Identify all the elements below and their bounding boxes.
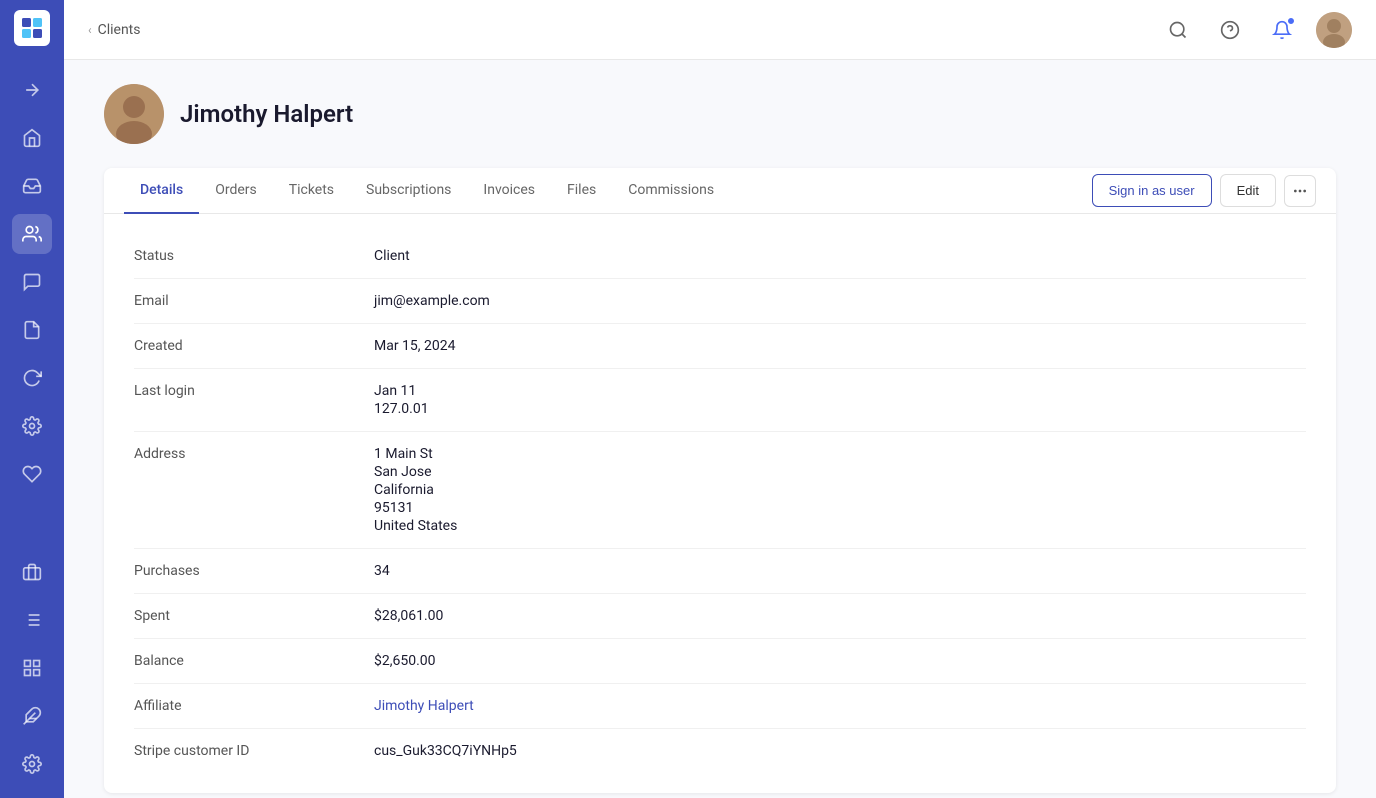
client-avatar (104, 84, 164, 144)
detail-label-created: Created (134, 338, 374, 354)
detail-row-address: Address 1 Main St San Jose California 95… (134, 432, 1306, 549)
sidebar-item-inbox[interactable] (12, 166, 52, 206)
detail-label-email: Email (134, 293, 374, 309)
detail-label-last-login: Last login (134, 383, 374, 417)
last-login-ip: 127.0.01 (374, 401, 1306, 417)
address-zip: 95131 (374, 500, 1306, 516)
detail-value-purchases: 34 (374, 563, 1306, 579)
sidebar-item-plugin[interactable] (12, 696, 52, 736)
detail-row-last-login: Last login Jan 11 127.0.01 (134, 369, 1306, 432)
page-header: ‹ Clients (64, 0, 1376, 60)
page-content: Jimothy Halpert Details Orders Tickets S… (64, 60, 1376, 798)
detail-row-stripe-id: Stripe customer ID cus_Guk33CQ7iYNHp5 (134, 729, 1306, 773)
sign-in-as-user-button[interactable]: Sign in as user (1092, 174, 1212, 207)
detail-row-purchases: Purchases 34 (134, 549, 1306, 594)
notifications-button[interactable] (1264, 12, 1300, 48)
tab-subscriptions[interactable]: Subscriptions (350, 168, 467, 214)
tab-commissions[interactable]: Commissions (612, 168, 730, 214)
detail-value-created: Mar 15, 2024 (374, 338, 1306, 354)
detail-value-status: Client (374, 248, 1306, 264)
detail-row-status: Status Client (134, 234, 1306, 279)
sidebar-item-chat[interactable] (12, 262, 52, 302)
tabs-header: Details Orders Tickets Subscriptions Inv… (104, 168, 1336, 214)
sidebar-item-grid[interactable] (12, 648, 52, 688)
address-street: 1 Main St (374, 446, 1306, 462)
sidebar-item-handshake[interactable] (12, 454, 52, 494)
detail-row-balance: Balance $2,650.00 (134, 639, 1306, 684)
detail-row-spent: Spent $28,061.00 (134, 594, 1306, 639)
detail-label-spent: Spent (134, 608, 374, 624)
tab-files[interactable]: Files (551, 168, 612, 214)
sidebar-item-refresh[interactable] (12, 358, 52, 398)
sidebar-item-briefcase[interactable] (12, 552, 52, 592)
sidebar-item-gear[interactable] (12, 406, 52, 446)
detail-label-balance: Balance (134, 653, 374, 669)
detail-label-status: Status (134, 248, 374, 264)
detail-label-address: Address (134, 446, 374, 534)
sidebar-item-users[interactable] (12, 214, 52, 254)
header-actions (1160, 12, 1352, 48)
app-logo[interactable] (14, 10, 50, 46)
detail-value-last-login: Jan 11 127.0.01 (374, 383, 1306, 417)
detail-label-stripe-id: Stripe customer ID (134, 743, 374, 759)
tab-tickets[interactable]: Tickets (273, 168, 350, 214)
sidebar-item-home[interactable] (12, 118, 52, 158)
address-city: San Jose (374, 464, 1306, 480)
edit-button[interactable]: Edit (1220, 174, 1276, 207)
detail-card: Details Orders Tickets Subscriptions Inv… (104, 168, 1336, 793)
tab-orders[interactable]: Orders (199, 168, 273, 214)
breadcrumb-arrow: ‹ (88, 23, 92, 37)
notification-badge (1286, 16, 1296, 26)
tab-invoices[interactable]: Invoices (467, 168, 551, 214)
detail-row-email: Email jim@example.com (134, 279, 1306, 324)
client-name: Jimothy Halpert (180, 100, 353, 128)
detail-value-spent: $28,061.00 (374, 608, 1306, 624)
detail-label-purchases: Purchases (134, 563, 374, 579)
detail-value-stripe-id: cus_Guk33CQ7iYNHp5 (374, 743, 1306, 759)
tabs-actions: Sign in as user Edit (1092, 174, 1316, 207)
last-login-date: Jan 11 (374, 383, 1306, 399)
sidebar-item-list[interactable] (12, 600, 52, 640)
breadcrumb-clients-link[interactable]: Clients (98, 22, 141, 38)
detail-value-email: jim@example.com (374, 293, 1306, 309)
detail-value-address: 1 Main St San Jose California 95131 Unit… (374, 446, 1306, 534)
sidebar-item-document[interactable] (12, 310, 52, 350)
client-header: Jimothy Halpert (104, 84, 1336, 144)
detail-row-affiliate: Affiliate Jimothy Halpert (134, 684, 1306, 729)
sidebar-item-settings[interactable] (12, 744, 52, 784)
search-button[interactable] (1160, 12, 1196, 48)
sidebar-item-arrow-right[interactable] (12, 70, 52, 110)
sidebar (0, 0, 64, 798)
address-state: California (374, 482, 1306, 498)
user-avatar[interactable] (1316, 12, 1352, 48)
main-content: ‹ Clients (64, 0, 1376, 798)
more-options-button[interactable] (1284, 175, 1316, 207)
detail-value-affiliate[interactable]: Jimothy Halpert (374, 698, 1306, 714)
detail-value-balance: $2,650.00 (374, 653, 1306, 669)
breadcrumb: ‹ Clients (88, 22, 141, 38)
tab-details[interactable]: Details (124, 168, 199, 214)
address-country: United States (374, 518, 1306, 534)
help-button[interactable] (1212, 12, 1248, 48)
detail-label-affiliate: Affiliate (134, 698, 374, 714)
detail-row-created: Created Mar 15, 2024 (134, 324, 1306, 369)
detail-table: Status Client Email jim@example.com Crea… (104, 214, 1336, 793)
